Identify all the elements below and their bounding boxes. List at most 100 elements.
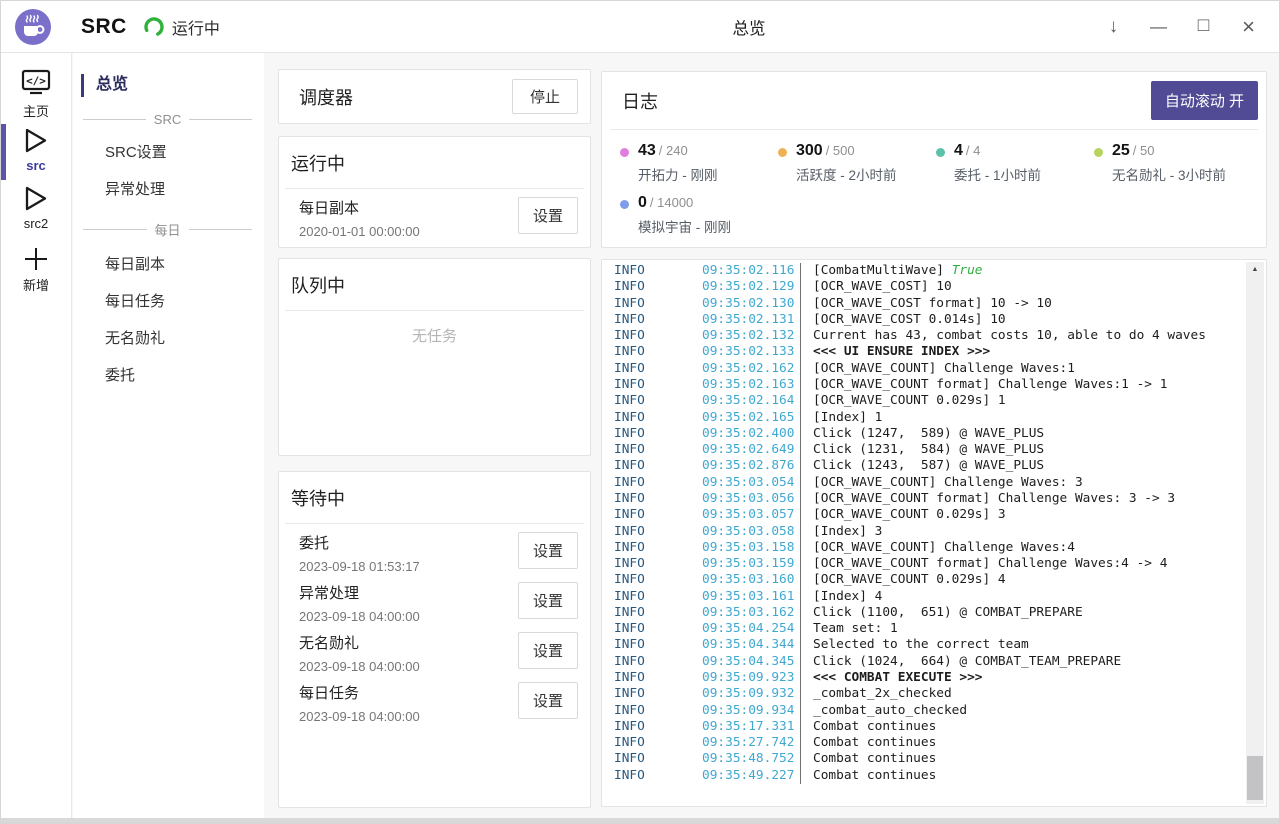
menu-item-overview[interactable]: 总览 — [73, 73, 264, 99]
waiting-task-setting-button[interactable]: 设置 — [517, 582, 578, 619]
log-viewer: INFO 09:35:02.116 [CombatMultiWave] True… — [601, 259, 1267, 807]
rail-item-src[interactable]: src — [1, 127, 71, 173]
waiting-task-name: 异常处理 — [299, 585, 360, 602]
scrollbar-up-arrow[interactable]: ▲ — [1246, 262, 1264, 276]
log-line: INFO 09:35:03.054 [OCR_WAVE_COUNT] Chall… — [614, 474, 1242, 491]
running-panel: 运行中 每日副本 2020-01-01 00:00:00 设置 — [278, 136, 591, 248]
waiting-task-time: 2023-09-18 04:00:00 — [299, 659, 420, 674]
log-level: INFO — [614, 425, 645, 441]
page-title: 总览 — [732, 19, 766, 38]
close-button[interactable]: × — [1226, 1, 1271, 53]
log-line: INFO 09:35:04.254 Team set: 1 — [614, 621, 1242, 638]
log-time: 09:35:03.161 — [702, 588, 795, 604]
dashboard-item-nameless-honor: 25/ 50 无名勋礼 - 3小时前 — [1094, 142, 1252, 184]
dashboard: 43/ 240 开拓力 - 刚刚 300/ 500 活跃度 - 2小时前 4/ … — [602, 130, 1266, 246]
rail-item-add[interactable]: 新增 — [1, 247, 71, 294]
menu-item-src-settings[interactable]: SRC设置 — [73, 133, 264, 170]
menu-item-daily-quest[interactable]: 每日任务 — [73, 282, 264, 319]
scheduler-panel: 调度器 停止 — [278, 69, 591, 124]
dashboard-item-assignment: 4/ 4 委托 - 1小时前 — [936, 142, 1094, 184]
queue-panel-head: 队列中 — [285, 259, 584, 311]
log-level: INFO — [614, 507, 645, 523]
running-task-time: 2020-01-01 00:00:00 — [299, 224, 420, 239]
log-line: INFO 09:35:48.752 Combat continues — [614, 751, 1242, 768]
maximize-button[interactable]: □ — [1181, 1, 1226, 52]
log-level: INFO — [614, 686, 645, 702]
log-time: 09:35:48.752 — [702, 751, 795, 767]
log-time: 09:35:02.876 — [702, 458, 795, 474]
log-message: [OCR_WAVE_COUNT format] Challenge Waves:… — [800, 556, 1167, 573]
menu-item-error-handling[interactable]: 异常处理 — [73, 170, 264, 207]
waiting-task-setting-button[interactable]: 设置 — [517, 532, 578, 569]
log-title: 日志 — [622, 91, 658, 112]
rail-label-add: 新增 — [22, 278, 49, 293]
stop-button[interactable]: 停止 — [511, 79, 578, 114]
log-time: 09:35:03.162 — [702, 604, 795, 620]
stat-total: / 500 — [825, 143, 855, 158]
running-task-setting-button[interactable]: 设置 — [517, 197, 578, 234]
log-level: INFO — [614, 702, 645, 718]
download-update-button[interactable]: ↓ — [1091, 1, 1136, 53]
play-icon — [25, 128, 47, 153]
log-time: 09:35:02.163 — [702, 376, 795, 392]
log-time: 09:35:02.162 — [702, 360, 795, 376]
log-level: INFO — [614, 311, 645, 327]
log-message: [Index] 1 — [800, 409, 882, 426]
menu-item-daily-dungeon[interactable]: 每日副本 — [73, 245, 264, 282]
log-time: 09:35:02.129 — [702, 279, 795, 295]
log-time: 09:35:02.133 — [702, 344, 795, 360]
log-time: 09:35:04.254 — [702, 621, 795, 637]
log-level: INFO — [614, 735, 645, 751]
queue-title: 队列中 — [291, 276, 345, 296]
stat-label: 无名勋礼 - 3小时前 — [1112, 168, 1227, 183]
stat-value: 43 — [638, 142, 656, 159]
rail-item-home[interactable]: </> 主页 — [1, 69, 71, 120]
plus-icon — [25, 248, 47, 270]
log-message: Selected to the correct team — [800, 637, 1029, 654]
log-level: INFO — [614, 604, 645, 620]
log-time: 09:35:49.227 — [702, 767, 795, 783]
log-line: INFO 09:35:02.649 Click (1231, 584) @ WA… — [614, 442, 1242, 459]
log-line: INFO 09:35:02.116 [CombatMultiWave] True — [614, 263, 1242, 280]
scrollbar-thumb[interactable] — [1247, 756, 1263, 800]
log-message: Click (1100, 651) @ COMBAT_PREPARE — [800, 604, 1083, 622]
menu-item-nameless-honor[interactable]: 无名勋礼 — [73, 319, 264, 356]
log-scrollbar[interactable]: ▲ — [1246, 262, 1264, 804]
log-message: Click (1231, 584) @ WAVE_PLUS — [800, 442, 1044, 459]
autoscroll-toggle-button[interactable]: 自动滚动 开 — [1150, 81, 1258, 120]
running-title: 运行中 — [291, 154, 345, 174]
log-level: INFO — [614, 409, 645, 425]
log-message: Combat continues — [800, 718, 936, 736]
log-time: 09:35:03.054 — [702, 474, 795, 490]
log-time: 09:35:03.058 — [702, 523, 795, 539]
log-message: Click (1024, 664) @ COMBAT_TEAM_PREPARE — [800, 653, 1121, 671]
log-line: INFO 09:35:17.331 Combat continues — [614, 718, 1242, 736]
log-time: 09:35:09.934 — [702, 702, 795, 718]
waiting-task-name: 每日任务 — [299, 685, 360, 702]
log-time: 09:35:03.160 — [702, 572, 795, 588]
log-time: 09:35:04.344 — [702, 637, 795, 653]
waiting-task-setting-button[interactable]: 设置 — [517, 632, 578, 669]
log-message: _combat_auto_checked — [800, 702, 967, 719]
waiting-task-setting-button[interactable]: 设置 — [517, 682, 578, 719]
rail-item-src2[interactable]: src2 — [1, 185, 71, 231]
queue-empty-label: 无任务 — [411, 328, 457, 345]
waiting-task-time: 2023-09-18 04:00:00 — [299, 609, 420, 624]
log-message: [OCR_WAVE_COST] 10 — [800, 279, 952, 296]
log-line: INFO 09:35:27.742 Combat continues — [614, 735, 1242, 752]
log-time: 09:35:02.131 — [702, 311, 795, 327]
log-time: 09:35:09.932 — [702, 686, 795, 702]
waiting-task-name: 委托 — [299, 535, 330, 552]
log-level: INFO — [614, 572, 645, 588]
minimize-button[interactable]: — — [1136, 1, 1181, 53]
stat-label: 模拟宇宙 - 刚刚 — [638, 220, 731, 235]
log-message: <<< UI ENSURE INDEX >>> — [800, 344, 990, 361]
log-line: INFO 09:35:09.932 _combat_2x_checked — [614, 686, 1242, 703]
title-bar: SRC 运行中 总览 ↓ — □ × — [1, 1, 1279, 53]
log-message: [Index] 4 — [800, 588, 882, 605]
log-line: INFO 09:35:02.162 [OCR_WAVE_COUNT] Chall… — [614, 360, 1242, 377]
log-level: INFO — [614, 556, 645, 572]
menu-item-assignment[interactable]: 委托 — [73, 356, 264, 393]
stat-label: 活跃度 - 2小时前 — [796, 168, 897, 183]
running-task-name: 每日副本 — [299, 200, 360, 217]
